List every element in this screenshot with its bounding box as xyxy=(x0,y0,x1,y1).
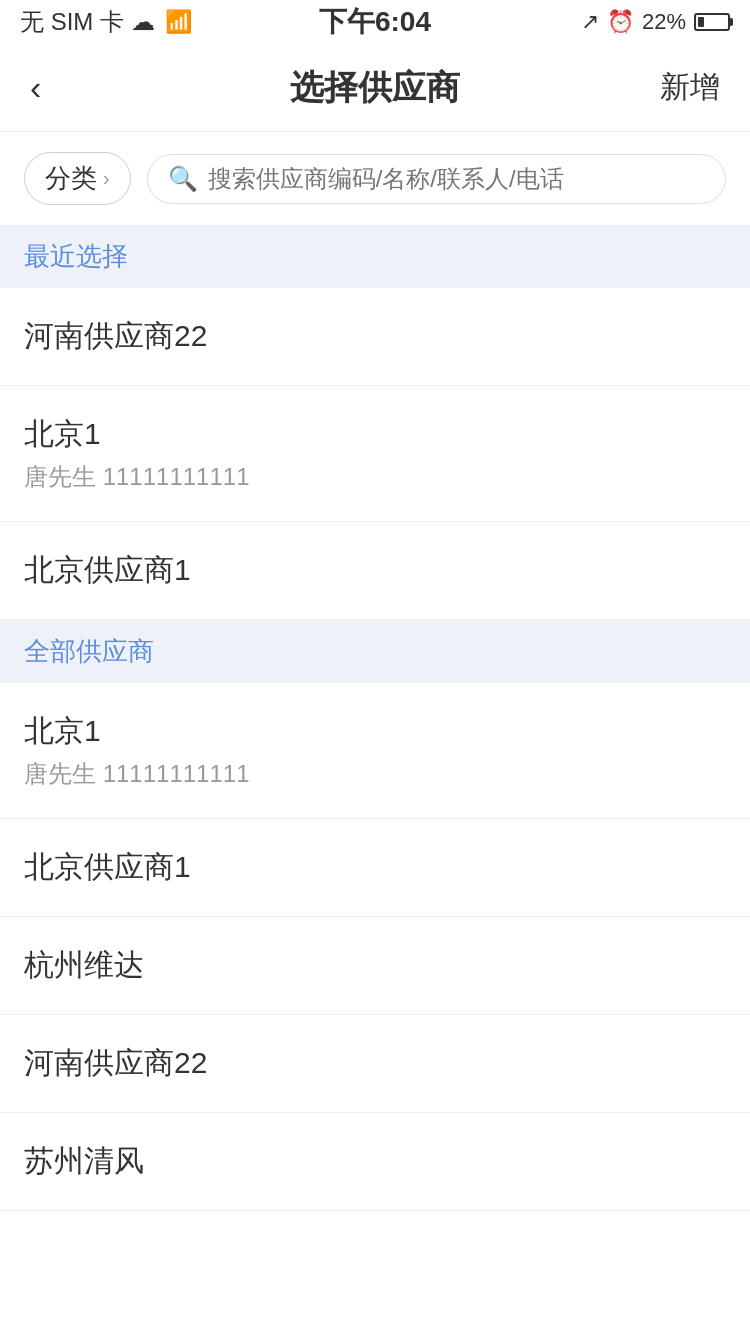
all-list: 北京1 唐先生 11111111111 北京供应商1 杭州维达河南供应商22 苏州清风 xyxy=(0,683,750,1211)
recent-section-header: 最近选择 xyxy=(0,225,750,288)
nav-bar: ‹ 选择供应商 新增 xyxy=(0,44,750,132)
item-name: 苏州清风 xyxy=(24,1141,726,1182)
search-box[interactable]: 🔍 xyxy=(147,154,726,204)
category-filter[interactable]: 分类 › xyxy=(24,152,131,205)
item-name: 北京供应商1 xyxy=(24,847,726,888)
battery-icon xyxy=(694,13,730,31)
list-item[interactable]: 河南供应商22 xyxy=(0,288,750,386)
item-name: 河南供应商22 xyxy=(24,316,726,357)
add-button[interactable]: 新增 xyxy=(660,67,720,108)
battery-percent: 22% xyxy=(642,9,686,35)
list-item[interactable]: 北京1 唐先生 11111111111 xyxy=(0,683,750,819)
status-left: 无 SIM 卡 ☁ 📶 xyxy=(20,6,192,38)
item-name: 河南供应商22 xyxy=(24,1043,726,1084)
item-name: 北京1 xyxy=(24,711,726,752)
chevron-right-icon: › xyxy=(103,167,110,190)
item-name: 杭州维达 xyxy=(24,945,726,986)
back-button[interactable]: ‹ xyxy=(30,68,90,107)
item-name: 北京1 xyxy=(24,414,726,455)
all-section-header: 全部供应商 xyxy=(0,620,750,683)
item-sub: 唐先生 11111111111 xyxy=(24,461,726,493)
list-item[interactable]: 杭州维达 xyxy=(0,917,750,1015)
filter-bar: 分类 › 🔍 xyxy=(0,132,750,225)
item-sub: 唐先生 11111111111 xyxy=(24,758,726,790)
wifi-icon: 📶 xyxy=(165,9,192,35)
alarm-icon: ⏰ xyxy=(607,9,634,35)
search-icon: 🔍 xyxy=(168,165,198,193)
recent-list: 河南供应商22 北京1 唐先生 11111111111 北京供应商1 xyxy=(0,288,750,620)
list-item[interactable]: 北京1 唐先生 11111111111 xyxy=(0,386,750,522)
list-item[interactable]: 北京供应商1 xyxy=(0,819,750,917)
status-time: 下午6:04 xyxy=(319,3,431,41)
list-item[interactable]: 北京供应商1 xyxy=(0,522,750,620)
status-bar: 无 SIM 卡 ☁ 📶 下午6:04 ↗ ⏰ 22% xyxy=(0,0,750,44)
status-right: ↗ ⏰ 22% xyxy=(581,9,730,35)
page-title: 选择供应商 xyxy=(90,65,660,111)
search-input[interactable] xyxy=(208,165,705,193)
list-item[interactable]: 苏州清风 xyxy=(0,1113,750,1211)
item-name: 北京供应商1 xyxy=(24,550,726,591)
no-sim-text: 无 SIM 卡 ☁ xyxy=(20,6,155,38)
category-label: 分类 xyxy=(45,161,97,196)
direction-icon: ↗ xyxy=(581,9,599,35)
list-item[interactable]: 河南供应商22 xyxy=(0,1015,750,1113)
